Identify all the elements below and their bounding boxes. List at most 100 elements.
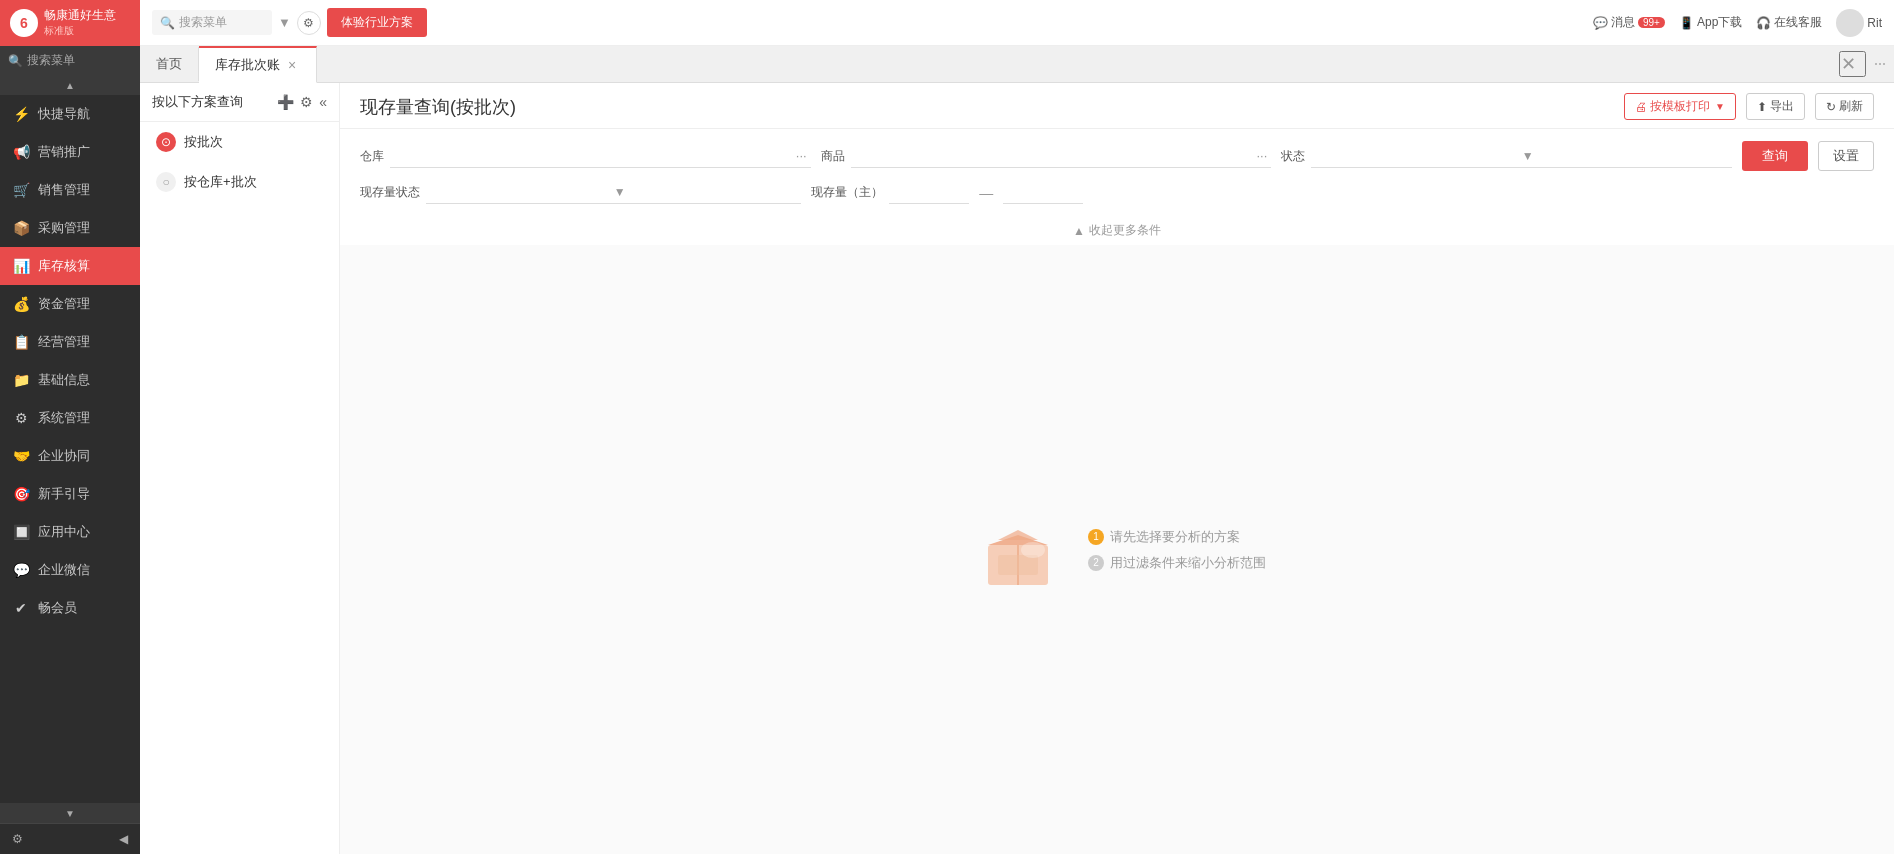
sidebar-item-members[interactable]: ✔ 畅会员 <box>0 589 140 627</box>
sidebar-item-operations[interactable]: 📋 经营管理 <box>0 323 140 361</box>
stock-status-select[interactable]: ▼ <box>426 181 801 204</box>
stock-status-arrow: ▼ <box>614 185 796 199</box>
inventory-icon: 📊 <box>12 257 30 275</box>
stock-qty-to-input[interactable] <box>1003 181 1083 204</box>
experience-btn[interactable]: 体验行业方案 <box>327 8 427 37</box>
sidebar-item-purchase[interactable]: 📦 采购管理 <box>0 209 140 247</box>
app-logo: 6 <box>10 9 38 37</box>
scroll-down-arrow[interactable]: ▼ <box>0 803 140 823</box>
scroll-up-arrow[interactable]: ▲ <box>0 75 140 95</box>
quick-nav-icon: ⚡ <box>12 105 30 123</box>
wechat-icon: 💬 <box>12 561 30 579</box>
topbar-search-label: 搜索菜单 <box>179 14 227 31</box>
tab-inventory-batch-label: 库存批次账 <box>215 56 280 74</box>
right-panel: 现存量查询(按批次) 🖨 按模板打印 ▼ ⬆ 导出 ↻ <box>340 83 1894 854</box>
warehouse-input[interactable] <box>390 145 792 167</box>
close-panel-btn[interactable]: ✕ <box>1839 51 1866 77</box>
empty-hint-2: 2 用过滤条件来缩小分析范围 <box>1088 554 1266 572</box>
sidebar-item-finance[interactable]: 💰 资金管理 <box>0 285 140 323</box>
user-avatar <box>1836 9 1864 37</box>
tab-home[interactable]: 首页 <box>140 47 199 81</box>
topbar-dropdown-arrow[interactable]: ▼ <box>278 15 291 30</box>
sidebar-item-appstore[interactable]: 🔲 应用中心 <box>0 513 140 551</box>
scheme-query-label: 按以下方案查询 <box>152 93 243 111</box>
newbie-icon: 🎯 <box>12 485 30 503</box>
settings-footer-icon[interactable]: ⚙ <box>12 832 23 846</box>
sidebar-item-label: 应用中心 <box>38 523 90 541</box>
sidebar-item-system[interactable]: ⚙ 系统管理 <box>0 399 140 437</box>
sidebar-item-label: 企业协同 <box>38 447 90 465</box>
sidebar-item-wechat[interactable]: 💬 企业微信 <box>0 551 140 589</box>
product-more-icon[interactable]: ··· <box>1253 148 1272 163</box>
export-btn[interactable]: ⬆ 导出 <box>1746 93 1805 120</box>
filter-row-2: 现存量状态 ▼ 现存量（主） — <box>360 181 1874 204</box>
stock-qty-filter: 现存量（主） — <box>811 181 1252 204</box>
hint1-text: 请先选择要分析的方案 <box>1110 528 1240 546</box>
phone-icon: 📱 <box>1679 16 1694 30</box>
online-service-btn[interactable]: 🎧 在线客服 <box>1756 14 1822 31</box>
collapse-filters-btn[interactable]: ▲ 收起更多条件 <box>340 216 1894 245</box>
refresh-icon: ↻ <box>1826 100 1836 114</box>
tab-close-button[interactable]: × <box>284 58 300 72</box>
empty-state-icon <box>968 500 1068 600</box>
filter-area: 仓库 ··· 商品 ··· <box>340 129 1894 216</box>
sidebar-item-newbie[interactable]: 🎯 新手引导 <box>0 475 140 513</box>
tab-inventory-batch[interactable]: 库存批次账 × <box>199 46 317 83</box>
print-dropdown-arrow[interactable]: ▼ <box>1715 101 1725 112</box>
scheme-label: 按仓库+批次 <box>184 173 257 191</box>
status-dropdown-arrow: ▼ <box>1522 149 1726 163</box>
headset-icon: 🎧 <box>1756 16 1771 30</box>
add-scheme-icon[interactable]: ➕ <box>277 94 294 110</box>
collapse-arrow-icon: ▲ <box>1073 224 1085 238</box>
sidebar-search[interactable]: 🔍 搜索菜单 <box>0 46 140 75</box>
sidebar-item-quick-nav[interactable]: ⚡ 快捷导航 <box>0 95 140 133</box>
product-label: 商品 <box>821 148 845 165</box>
status-select[interactable]: ▼ <box>1311 145 1732 168</box>
sidebar-item-label: 资金管理 <box>38 295 90 313</box>
sidebar: 6 畅康通好生意 标准版 🔍 搜索菜单 ▲ ⚡ 快捷导航 📢 营销推广 🛒 销售… <box>0 0 140 854</box>
sidebar-footer: ⚙ ◀ <box>0 823 140 854</box>
stock-status-label: 现存量状态 <box>360 184 420 201</box>
scheme-item-by-warehouse-batch[interactable]: ○ 按仓库+批次 <box>140 162 339 202</box>
collapse-left-icon[interactable]: « <box>319 94 327 110</box>
messages-btn[interactable]: 💬 消息 99+ <box>1593 14 1665 31</box>
members-icon: ✔ <box>12 599 30 617</box>
refresh-btn[interactable]: ↻ 刷新 <box>1815 93 1874 120</box>
svg-point-3 <box>1021 542 1045 558</box>
scheme-settings-icon[interactable]: ⚙ <box>300 94 313 110</box>
sidebar-item-marketing[interactable]: 📢 营销推广 <box>0 133 140 171</box>
user-menu[interactable]: Rit <box>1836 9 1882 37</box>
print-btn[interactable]: 🖨 按模板打印 ▼ <box>1624 93 1736 120</box>
product-input[interactable] <box>851 145 1253 167</box>
page-title: 现存量查询(按批次) <box>360 95 516 119</box>
product-filter: 商品 ··· <box>821 145 1272 168</box>
scheme-label: 按批次 <box>184 133 223 151</box>
topbar-search[interactable]: 🔍 搜索菜单 <box>152 10 272 35</box>
sidebar-item-basic[interactable]: 📁 基础信息 <box>0 361 140 399</box>
filter-row-1: 仓库 ··· 商品 ··· <box>360 141 1874 171</box>
content-area: 按以下方案查询 ➕ ⚙ « ⊙ 按批次 ○ 按仓库+批次 <box>140 83 1894 854</box>
scheme-active-icon: ⊙ <box>156 132 176 152</box>
left-panel-header: 按以下方案查询 ➕ ⚙ « <box>140 83 339 122</box>
sidebar-item-enterprise[interactable]: 🤝 企业协同 <box>0 437 140 475</box>
collapse-sidebar-icon[interactable]: ◀ <box>119 832 128 846</box>
search-icon: 🔍 <box>8 54 23 68</box>
product-input-wrap: ··· <box>851 145 1272 168</box>
collapse-label: 收起更多条件 <box>1089 222 1161 239</box>
filter-settings-btn[interactable]: 设置 <box>1818 141 1874 171</box>
sidebar-item-label: 营销推广 <box>38 143 90 161</box>
sidebar-item-label: 企业微信 <box>38 561 90 579</box>
scheme-item-by-batch[interactable]: ⊙ 按批次 <box>140 122 339 162</box>
expand-icon[interactable]: ⋯ <box>1874 57 1886 71</box>
sidebar-item-inventory[interactable]: 📊 库存核算 <box>0 247 140 285</box>
sales-icon: 🛒 <box>12 181 30 199</box>
warehouse-more-icon[interactable]: ··· <box>792 148 811 163</box>
app-download-btn[interactable]: 📱 App下载 <box>1679 14 1742 31</box>
topbar-settings-icon[interactable]: ⚙ <box>297 11 321 35</box>
tabs-bar: 首页 库存批次账 × ✕ ⋯ <box>140 46 1894 83</box>
stock-qty-from-input[interactable] <box>889 181 969 204</box>
query-btn[interactable]: 查询 <box>1742 141 1808 171</box>
online-service-label: 在线客服 <box>1774 14 1822 31</box>
sidebar-item-sales[interactable]: 🛒 销售管理 <box>0 171 140 209</box>
stock-status-filter: 现存量状态 ▼ <box>360 181 801 204</box>
